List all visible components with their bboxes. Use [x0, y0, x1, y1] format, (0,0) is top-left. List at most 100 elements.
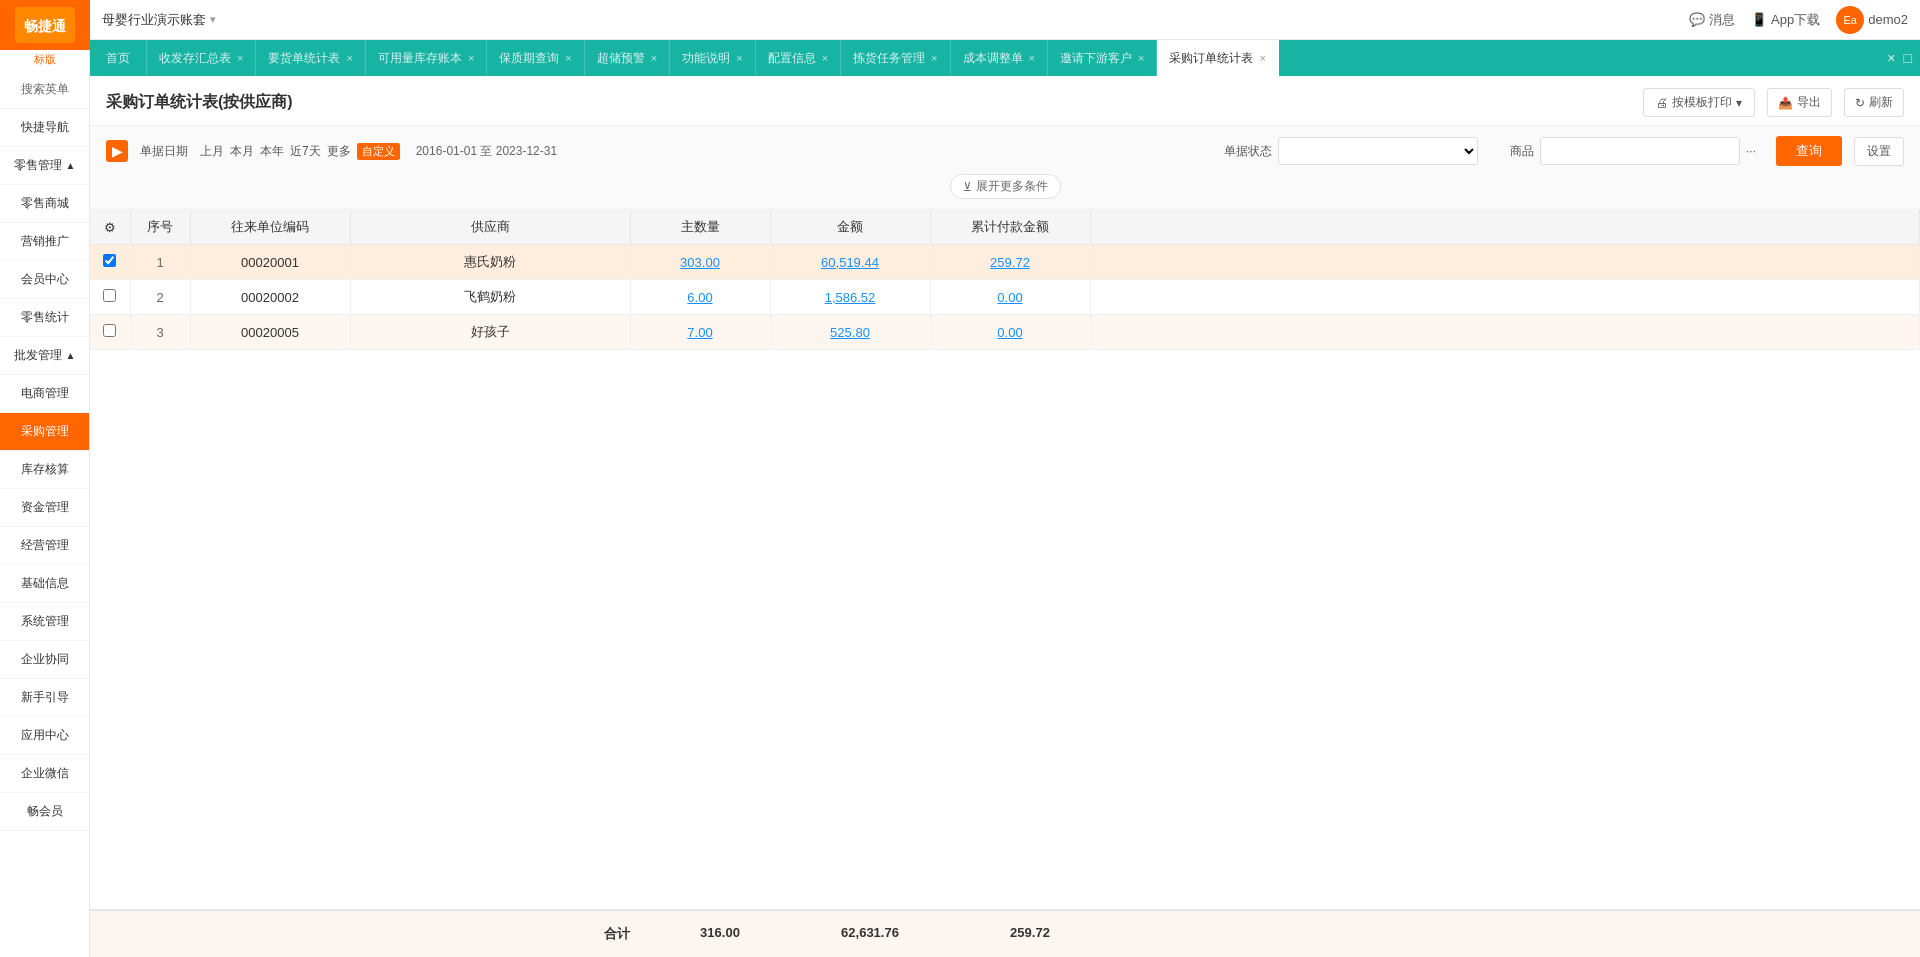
- tab-expiry-close-icon[interactable]: ×: [565, 52, 571, 64]
- industry-selector[interactable]: 母婴行业演示账套 ▾: [102, 11, 216, 29]
- sidebar-item-business[interactable]: 经营管理: [0, 527, 89, 565]
- row-select-checkbox[interactable]: [103, 289, 116, 302]
- filter-row-1: ▶ 单据日期 上月 本月 本年 近7天 更多 自定义 2016-01-01 至 …: [106, 136, 1904, 166]
- print-button[interactable]: 🖨 按模板打印 ▾: [1643, 88, 1755, 117]
- tab-available-close-icon[interactable]: ×: [468, 52, 474, 64]
- tab-home[interactable]: 首页: [90, 40, 147, 76]
- tab-config-close-icon[interactable]: ×: [822, 52, 828, 64]
- tab-cost-label: 成本调整单: [963, 50, 1023, 67]
- row-checkbox[interactable]: [90, 280, 130, 315]
- app-download-button[interactable]: 📱 App下载: [1751, 11, 1820, 29]
- avatar: Ea: [1836, 6, 1864, 34]
- footer-empty1: [90, 919, 130, 949]
- row-checkbox[interactable]: [90, 315, 130, 350]
- row-select-checkbox[interactable]: [103, 254, 116, 267]
- tab-receive-close-icon[interactable]: ×: [237, 52, 243, 64]
- tab-overstock[interactable]: 超储预警 ×: [585, 40, 670, 76]
- sidebar-item-vip[interactable]: 畅会员: [0, 793, 89, 831]
- date-this-month-link[interactable]: 本月: [230, 143, 254, 160]
- refresh-button[interactable]: ↻ 刷新: [1844, 88, 1904, 117]
- tab-purchase-stats[interactable]: 采购订单统计表 ×: [1157, 40, 1278, 76]
- sidebar-item-enterprise[interactable]: 企业协同: [0, 641, 89, 679]
- export-button[interactable]: 📤 导出: [1767, 88, 1832, 117]
- row-qty[interactable]: 303.00: [630, 245, 770, 280]
- table-row[interactable]: 3 00020005 好孩子 7.00 525.80 0.00: [90, 315, 1920, 350]
- tab-purchase-close-icon[interactable]: ×: [1259, 52, 1265, 64]
- row-paid[interactable]: 0.00: [930, 280, 1090, 315]
- sidebar-item-wechat[interactable]: 企业微信: [0, 755, 89, 793]
- sidebar-item-finance[interactable]: 资金管理: [0, 489, 89, 527]
- logo-icon: 畅捷通: [15, 7, 75, 43]
- setting-button[interactable]: 设置: [1854, 137, 1904, 166]
- sidebar-item-retail-mall[interactable]: 零售商城: [0, 185, 89, 223]
- tab-cost-adjust[interactable]: 成本调整单 ×: [951, 40, 1048, 76]
- row-qty[interactable]: 6.00: [630, 280, 770, 315]
- sidebar-search-area[interactable]: 搜索英单: [0, 71, 89, 109]
- tab-config-info[interactable]: 配置信息 ×: [756, 40, 841, 76]
- app-label: App下载: [1771, 11, 1820, 29]
- product-filter-input[interactable]: [1540, 137, 1740, 165]
- sidebar-item-system[interactable]: 系统管理: [0, 603, 89, 641]
- status-filter-select[interactable]: [1278, 137, 1478, 165]
- tab-invite-customer[interactable]: 邀请下游客户 ×: [1048, 40, 1157, 76]
- tab-maximize-icon[interactable]: □: [1904, 50, 1912, 66]
- top-bar: 母婴行业演示账套 ▾ 💬 消息 📱 App下载 Ea demo2: [90, 0, 1920, 40]
- sidebar-item-retail-stats[interactable]: 零售统计: [0, 299, 89, 337]
- sidebar-item-newguide[interactable]: 新手引导: [0, 679, 89, 717]
- product-more-icon[interactable]: ···: [1746, 144, 1756, 158]
- filter-toggle-button[interactable]: ▶: [106, 140, 128, 162]
- search-menu-label[interactable]: 搜索英单: [8, 77, 81, 102]
- date-last-month-link[interactable]: 上月: [200, 143, 224, 160]
- tab-picking-task[interactable]: 拣货任务管理 ×: [841, 40, 950, 76]
- tab-demand-close-icon[interactable]: ×: [346, 52, 352, 64]
- table-row[interactable]: 2 00020002 飞鹤奶粉 6.00 1,586.52 0.00: [90, 280, 1920, 315]
- user-info[interactable]: Ea demo2: [1836, 6, 1908, 34]
- sidebar-system-label: 系统管理: [21, 613, 69, 630]
- row-amount[interactable]: 60,519.44: [770, 245, 930, 280]
- row-amount[interactable]: 1,586.52: [770, 280, 930, 315]
- filter-expand-row: ⊻ 展开更多条件: [106, 174, 1904, 199]
- date-custom-badge[interactable]: 自定义: [357, 143, 400, 160]
- sidebar-item-retail[interactable]: 零售管理 ▲: [0, 147, 89, 185]
- row-select-checkbox[interactable]: [103, 324, 116, 337]
- settings-icon[interactable]: ⚙: [104, 220, 116, 235]
- sidebar-item-marketing[interactable]: 营销推广: [0, 223, 89, 261]
- date-filter-label: 单据日期: [140, 143, 188, 160]
- row-checkbox[interactable]: [90, 245, 130, 280]
- date-this-year-link[interactable]: 本年: [260, 143, 284, 160]
- date-more-link[interactable]: 更多: [327, 143, 351, 160]
- tab-close-all-icon[interactable]: ×: [1887, 50, 1895, 66]
- table-body: 1 00020001 惠氏奶粉 303.00 60,519.44 259.72 …: [90, 245, 1920, 350]
- col-settings[interactable]: ⚙: [90, 210, 130, 245]
- table-row[interactable]: 1 00020001 惠氏奶粉 303.00 60,519.44 259.72: [90, 245, 1920, 280]
- sidebar-item-quick[interactable]: 快捷导航: [0, 109, 89, 147]
- sidebar-item-member[interactable]: 会员中心: [0, 261, 89, 299]
- message-button[interactable]: 💬 消息: [1689, 11, 1735, 29]
- col-header-qty: 主数量: [630, 210, 770, 245]
- search-button[interactable]: 查询: [1776, 136, 1842, 166]
- sidebar-item-wholesale[interactable]: 批发管理 ▲: [0, 337, 89, 375]
- row-qty[interactable]: 7.00: [630, 315, 770, 350]
- sidebar-item-basic[interactable]: 基础信息: [0, 565, 89, 603]
- row-amount[interactable]: 525.80: [770, 315, 930, 350]
- tab-expiry-query[interactable]: 保质期查询 ×: [487, 40, 584, 76]
- sidebar-item-appstore[interactable]: 应用中心: [0, 717, 89, 755]
- sidebar-item-ecommerce[interactable]: 电商管理: [0, 375, 89, 413]
- tab-cost-close-icon[interactable]: ×: [1029, 52, 1035, 64]
- sidebar-item-purchase[interactable]: 采购管理: [0, 413, 89, 451]
- tab-function-close-icon[interactable]: ×: [736, 52, 742, 64]
- sidebar-item-inventory[interactable]: 库存核算: [0, 451, 89, 489]
- tab-receive-summary[interactable]: 收发存汇总表 ×: [147, 40, 256, 76]
- tab-picking-close-icon[interactable]: ×: [931, 52, 937, 64]
- row-paid[interactable]: 0.00: [930, 315, 1090, 350]
- row-paid[interactable]: 259.72: [930, 245, 1090, 280]
- expand-more-button[interactable]: ⊻ 展开更多条件: [950, 174, 1061, 199]
- tab-function-desc[interactable]: 功能说明 ×: [670, 40, 755, 76]
- tab-available-stock[interactable]: 可用量库存账本 ×: [366, 40, 487, 76]
- tab-invite-close-icon[interactable]: ×: [1138, 52, 1144, 64]
- row-extra: [1090, 315, 1920, 350]
- industry-chevron-icon: ▾: [210, 13, 216, 26]
- date-7days-link[interactable]: 近7天: [290, 143, 321, 160]
- tab-overstock-close-icon[interactable]: ×: [651, 52, 657, 64]
- tab-demand-stats[interactable]: 要货单统计表 ×: [256, 40, 365, 76]
